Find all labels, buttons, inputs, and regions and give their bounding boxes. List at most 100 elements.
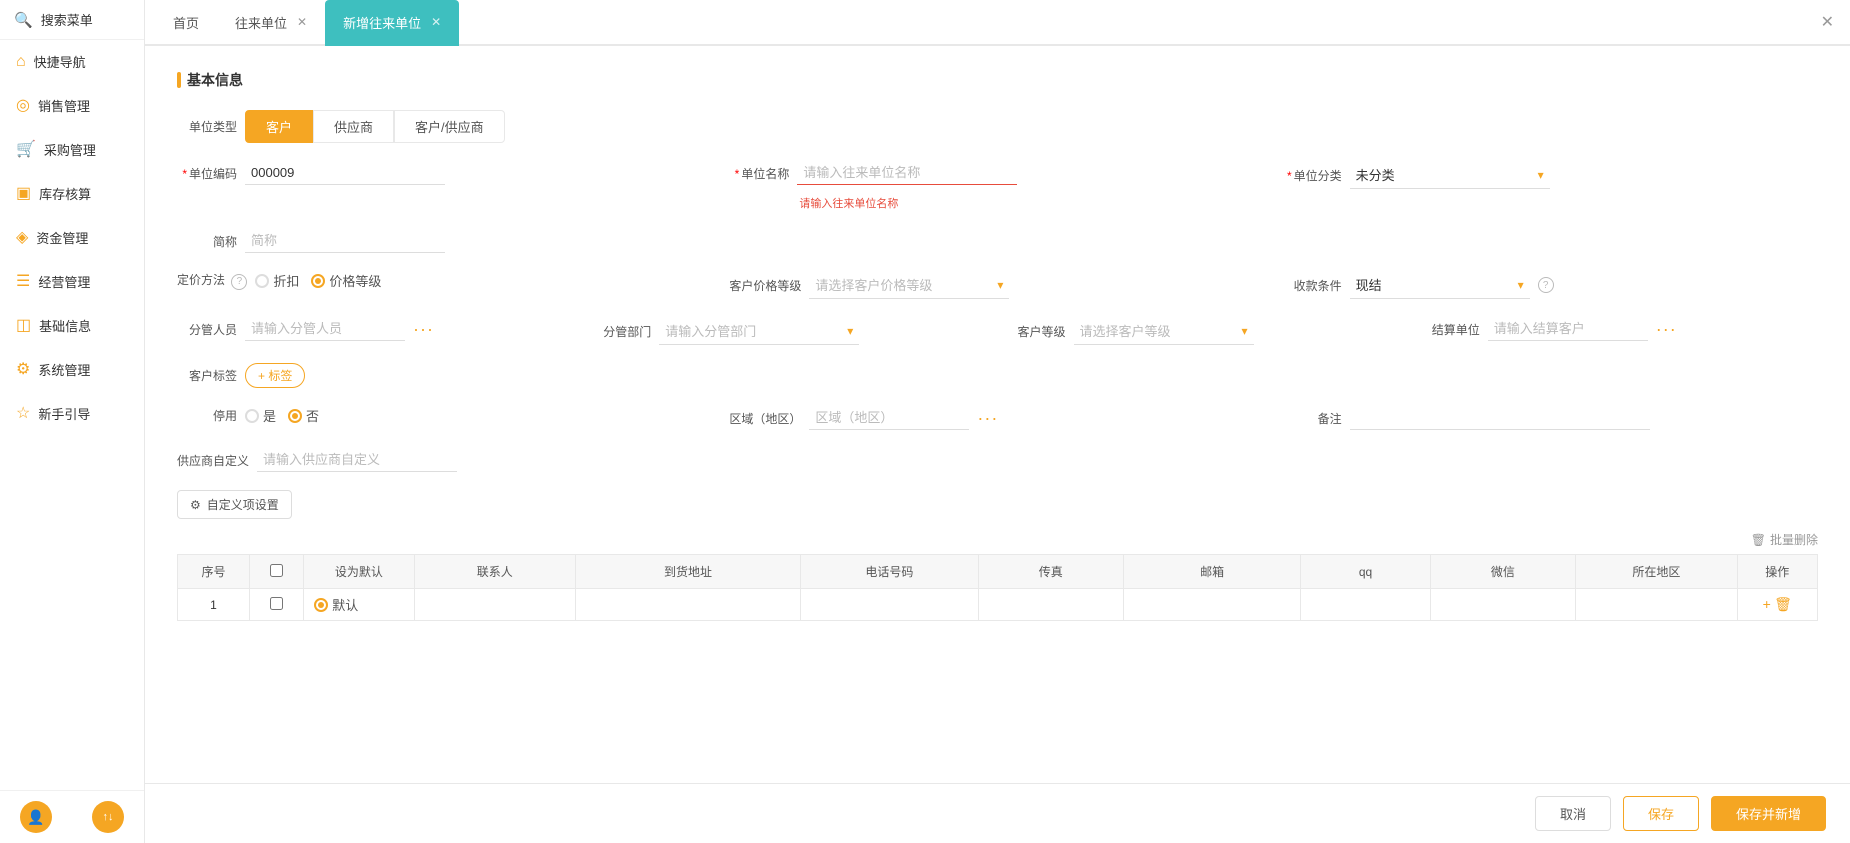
sidebar-item-finance[interactable]: ◈ 资金管理	[0, 215, 144, 259]
batch-delete-label[interactable]: 批量删除	[1770, 531, 1818, 548]
main-content: 首页 往来单位 ✕ 新增往来单位 ✕ ✕ 基本信息 单位类型 客户 供应商 客户…	[145, 0, 1850, 843]
sidebar-item-purchase[interactable]: 🛒 采购管理	[0, 127, 144, 171]
col-wechat: 微信	[1430, 555, 1575, 589]
customer-level-select[interactable]: 请选择客户等级 ▾	[1074, 317, 1254, 345]
sidebar-stats[interactable]: ↑↓	[92, 801, 124, 833]
unit-type-label: 单位类型	[177, 118, 237, 135]
sidebar-item-label: 基础信息	[39, 316, 91, 335]
sidebar-item-basic-info[interactable]: ◫ 基础信息	[0, 303, 144, 347]
col-no: 序号	[178, 555, 250, 589]
pricing-method-field: 定价方法 ? 折扣 价格等级	[177, 271, 713, 290]
settlement-more-btn[interactable]: ···	[1656, 319, 1677, 340]
supplier-custom-input[interactable]	[257, 448, 457, 472]
disabled-label: 停用	[177, 407, 237, 424]
pricing-price-level-option[interactable]: 价格等级	[311, 271, 381, 290]
operations-icon: ☰	[16, 271, 30, 291]
sidebar-item-label: 库存核算	[39, 184, 91, 203]
custom-settings-button[interactable]: ⚙ 自定义项设置	[177, 490, 292, 519]
unit-type-supplier-btn[interactable]: 供应商	[313, 110, 394, 143]
row-address	[575, 589, 800, 621]
contact-input[interactable]	[455, 597, 535, 612]
disabled-yes-option[interactable]: 是	[245, 406, 276, 425]
disabled-no-radio	[288, 409, 302, 423]
settlement-field: 结算单位 ···	[1420, 317, 1818, 341]
manager-input[interactable]	[245, 317, 405, 341]
tab-partners[interactable]: 往来单位 ✕	[217, 0, 325, 46]
sidebar-item-guide[interactable]: ☆ 新手引导	[0, 391, 144, 435]
tab-home[interactable]: 首页	[155, 0, 217, 46]
unit-type-both-btn[interactable]: 客户/供应商	[394, 110, 505, 143]
row-checkbox[interactable]	[270, 597, 283, 610]
region-row-input[interactable]	[1616, 597, 1696, 612]
row-no: 1	[178, 589, 250, 621]
unit-type-row: 单位类型 客户 供应商 客户/供应商	[177, 110, 1818, 143]
cancel-button[interactable]: 取消	[1535, 796, 1611, 831]
sidebar-item-sales[interactable]: ◎ 销售管理	[0, 83, 144, 127]
search-icon: 🔍	[14, 11, 33, 29]
row-email	[1123, 589, 1300, 621]
unit-type-customer-btn[interactable]: 客户	[245, 110, 313, 143]
row-default-radio[interactable]: 默认	[314, 595, 403, 614]
remark-input[interactable]	[1350, 406, 1650, 430]
row-add-btn[interactable]: +	[1763, 596, 1771, 612]
sidebar-item-system[interactable]: ⚙ 系统管理	[0, 347, 144, 391]
short-name-input[interactable]	[245, 229, 445, 253]
price-level-radio	[311, 274, 325, 288]
row-check	[249, 589, 303, 621]
payment-terms-help[interactable]: ?	[1538, 277, 1554, 293]
sidebar-item-operations[interactable]: ☰ 经营管理	[0, 259, 144, 303]
add-tag-button[interactable]: + 标签	[245, 363, 305, 388]
unit-name-input[interactable]	[797, 161, 1017, 185]
payment-terms-select[interactable]: 现结 ▾	[1350, 271, 1530, 299]
wechat-input[interactable]	[1468, 597, 1538, 612]
form-footer: 取消 保存 保存并新增	[145, 783, 1850, 843]
tab-new-partner[interactable]: 新增往来单位 ✕	[325, 0, 459, 46]
unit-name-label: *单位名称	[729, 165, 789, 182]
unit-category-select[interactable]: 未分类 ▾	[1350, 161, 1550, 189]
row-region	[1576, 589, 1737, 621]
tab-partners-close[interactable]: ✕	[297, 15, 307, 29]
pricing-method-label: 定价方法 ?	[177, 271, 247, 290]
sidebar-search[interactable]: 🔍 搜索菜单	[0, 0, 144, 40]
short-name-field: 简称	[177, 229, 1818, 253]
tag-row: 客户标签 + 标签	[177, 363, 1818, 388]
qq-input[interactable]	[1336, 597, 1396, 612]
customer-price-label: 客户价格等级	[729, 277, 801, 294]
address-input[interactable]	[628, 597, 748, 612]
table-header-row: 序号 设为默认 联系人 到货地址 电话号码 传真 邮箱 qq 微信 所在地区 操…	[178, 555, 1818, 589]
tab-close-all-icon[interactable]: ✕	[1821, 12, 1834, 32]
sidebar-avatar[interactable]: 👤	[20, 801, 52, 833]
pricing-discount-option[interactable]: 折扣	[255, 271, 299, 290]
unit-name-star: *	[735, 167, 740, 181]
sidebar-item-inventory[interactable]: ▣ 库存核算	[0, 171, 144, 215]
disabled-no-option[interactable]: 否	[288, 406, 319, 425]
fax-input[interactable]	[1016, 597, 1086, 612]
home-icon: ⌂	[16, 53, 26, 71]
email-input[interactable]	[1167, 597, 1257, 612]
region-more-btn[interactable]: ···	[977, 408, 998, 429]
sidebar-item-quicknav[interactable]: ⌂ 快捷导航	[0, 40, 144, 83]
section-icon	[177, 72, 181, 88]
price-level-label: 价格等级	[329, 271, 381, 290]
row-delete-btn[interactable]: 🗑	[1774, 596, 1792, 613]
settlement-input[interactable]	[1488, 317, 1648, 341]
unit-code-input[interactable]	[245, 161, 445, 185]
save-button[interactable]: 保存	[1623, 796, 1699, 831]
pricing-help-icon[interactable]: ?	[231, 274, 247, 290]
payment-terms-arrow: ▾	[1518, 278, 1524, 292]
phone-input[interactable]	[844, 597, 934, 612]
table-select-all[interactable]	[270, 564, 283, 577]
tag-field: 客户标签 + 标签	[177, 363, 1818, 388]
col-action: 操作	[1737, 555, 1817, 589]
tab-new-partner-close[interactable]: ✕	[431, 15, 441, 29]
discount-radio	[255, 274, 269, 288]
manager-field: 分管人员 ···	[177, 317, 575, 341]
region-input[interactable]	[809, 406, 969, 430]
row-wechat	[1430, 589, 1575, 621]
dept-arrow: ▾	[847, 324, 853, 338]
customer-price-select[interactable]: 请选择客户价格等级 ▾	[809, 271, 1009, 299]
tag-btn-label: + 标签	[258, 367, 292, 384]
dept-select[interactable]: 请输入分管部门 ▾	[659, 317, 859, 345]
save-new-button[interactable]: 保存并新增	[1711, 796, 1826, 831]
manager-more-btn[interactable]: ···	[413, 319, 434, 340]
